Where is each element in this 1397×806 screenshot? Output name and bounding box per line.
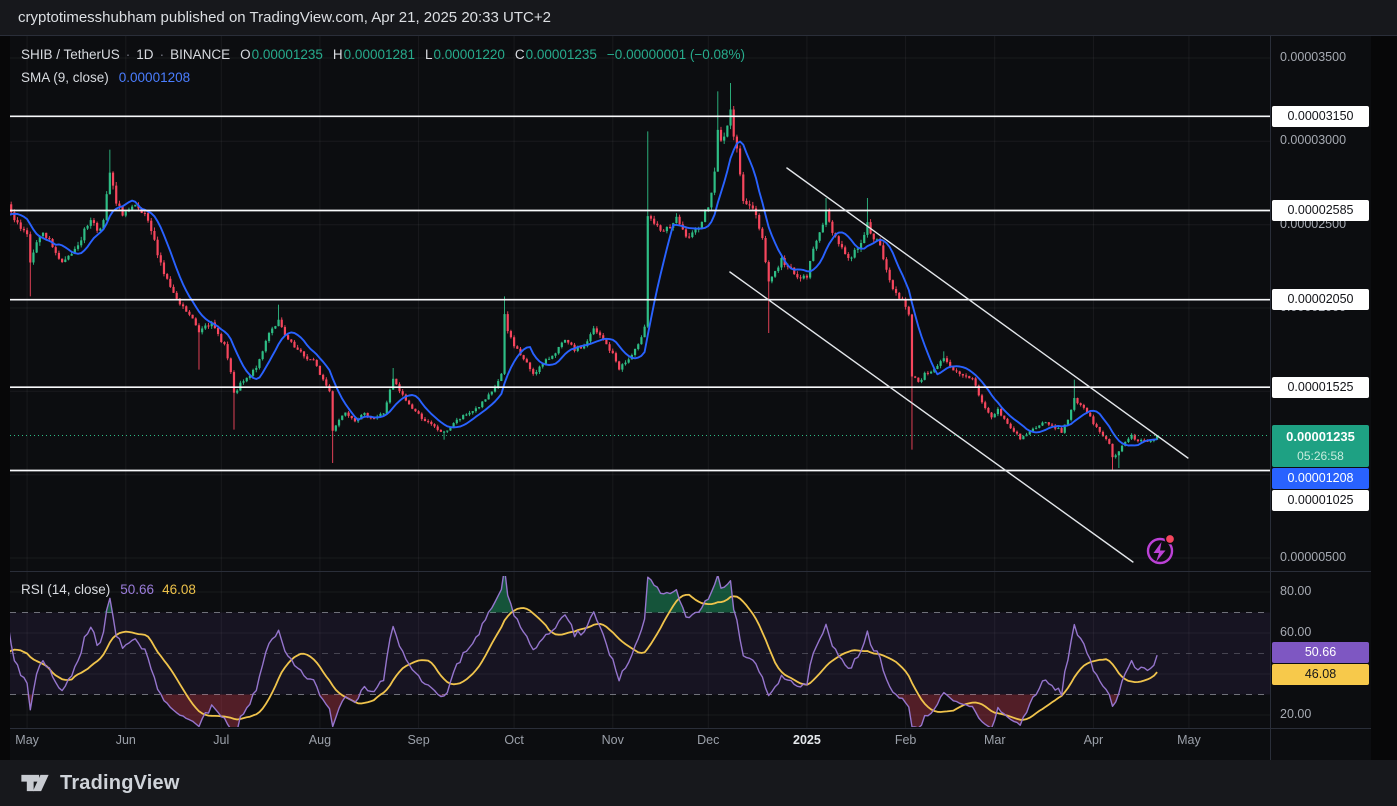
flash-icon[interactable] bbox=[1148, 534, 1175, 563]
sma-line[interactable] bbox=[8, 142, 1157, 446]
tradingview-snapshot: cryptotimesshubham published on TradingV… bbox=[0, 0, 1397, 806]
descending-channel-lines[interactable] bbox=[730, 168, 1188, 562]
chart-canvas[interactable] bbox=[0, 0, 1397, 806]
rsi-overbought-fill bbox=[8, 568, 1157, 613]
